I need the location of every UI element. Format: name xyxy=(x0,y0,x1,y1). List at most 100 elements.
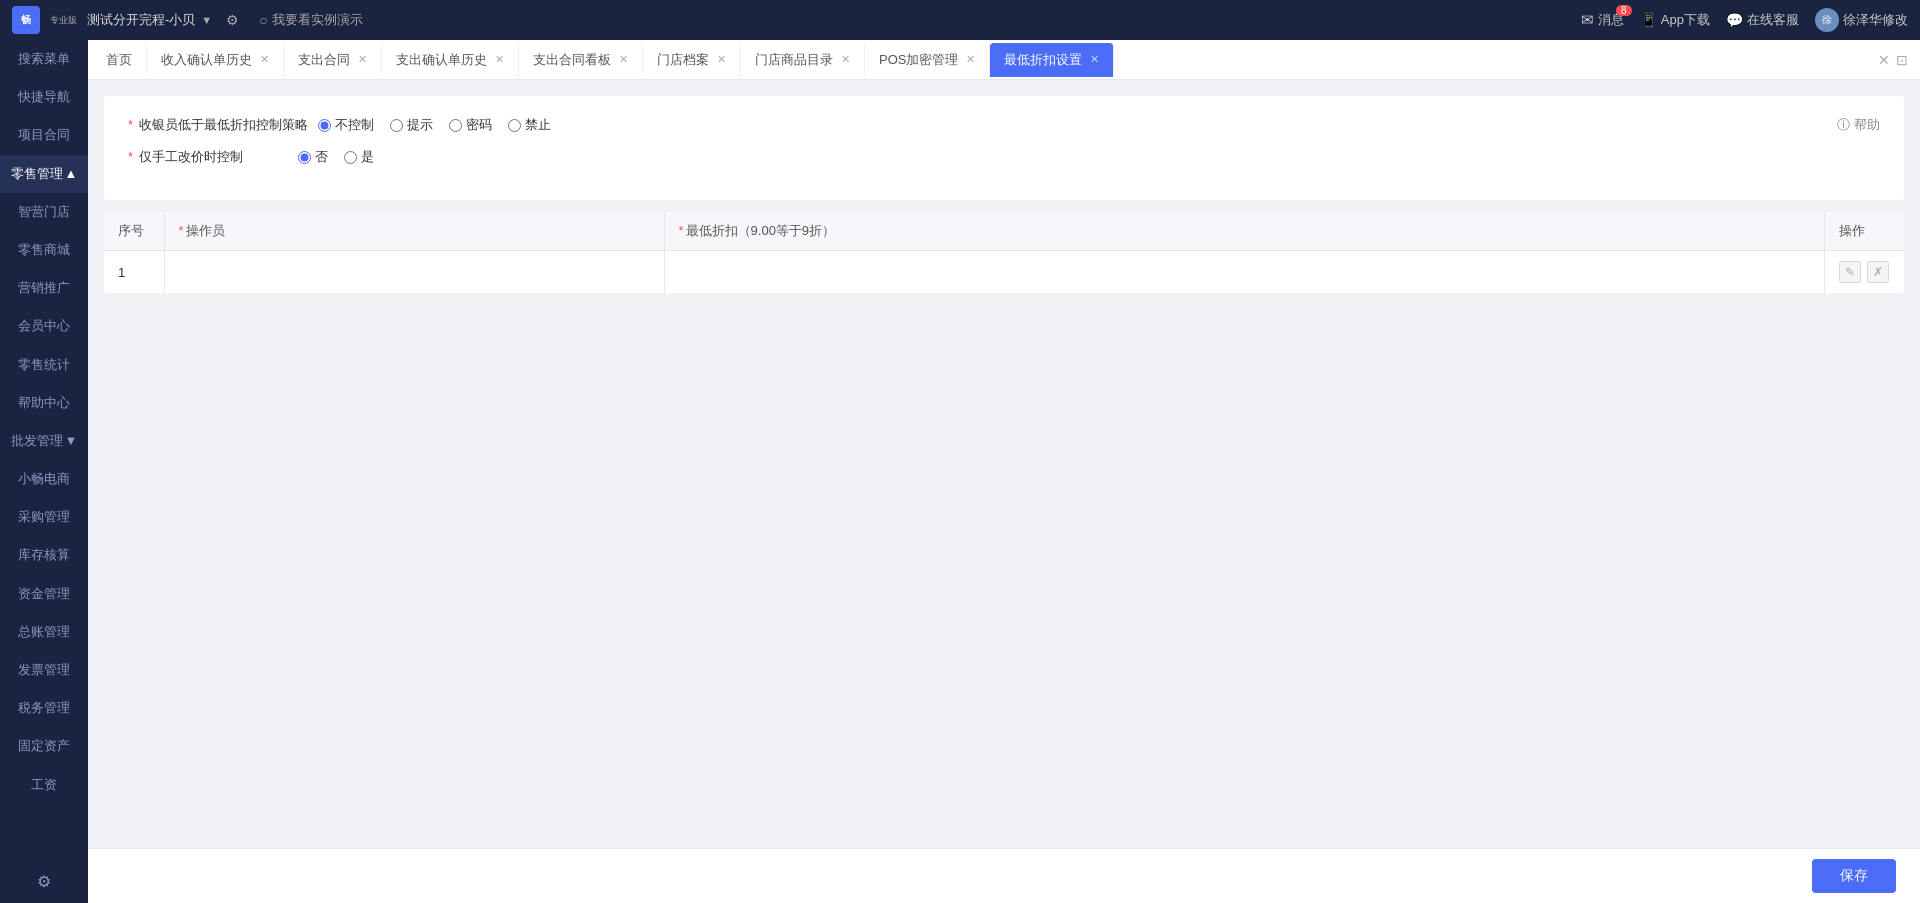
operator-required-star: * xyxy=(179,223,184,238)
discount-table: 序号 *操作员 *最低折扣（9.00等于9折） 操作 xyxy=(104,212,1904,294)
main-layout: 搜索菜单 快捷导航 项目合同 零售管理 ▲ 智营门店 零售商城 营销推广 会员中… xyxy=(0,40,1920,903)
sidebar-item-shortcut[interactable]: 快捷导航 xyxy=(0,78,88,116)
radio-forbid[interactable]: 禁止 xyxy=(508,116,551,134)
tab-bar: 首页 收入确认单历史 ✕ 支出合同 ✕ 支出确认单历史 ✕ 支出合同看板 ✕ 门… xyxy=(88,40,1920,80)
radio-forbid-label: 禁止 xyxy=(525,116,551,134)
sidebar-item-inventory[interactable]: 库存核算 xyxy=(0,536,88,574)
sidebar-item-online-store[interactable]: 零售商城 xyxy=(0,231,88,269)
radio-forbid-input[interactable] xyxy=(508,119,521,132)
demo-link[interactable]: ○ 我要看实例演示 xyxy=(259,11,362,29)
radio-no-control[interactable]: 不控制 xyxy=(318,116,374,134)
expand-tab-icon[interactable]: ⊡ xyxy=(1896,52,1908,68)
radio-password[interactable]: 密码 xyxy=(449,116,492,134)
sidebar-item-member[interactable]: 会员中心 xyxy=(0,307,88,345)
radio-no-control-input[interactable] xyxy=(318,119,331,132)
radio-manual-yes[interactable]: 是 xyxy=(344,148,374,166)
col-header-action: 操作 xyxy=(1824,212,1904,251)
sidebar-item-invoice[interactable]: 发票管理 xyxy=(0,651,88,689)
tab-close-payment-contract[interactable]: ✕ xyxy=(358,53,367,66)
tab-close-store-products[interactable]: ✕ xyxy=(841,53,850,66)
tab-payment-contract[interactable]: 支出合同 ✕ xyxy=(284,43,382,77)
cell-seq: 1 xyxy=(104,251,164,294)
help-link[interactable]: ⓘ 帮助 xyxy=(1837,116,1880,134)
page-content: * 收银员低于最低折扣控制策略 不控制 提示 xyxy=(88,80,1920,848)
discount-control-options: 不控制 提示 密码 禁止 xyxy=(318,116,551,134)
sidebar-item-ecommerce[interactable]: 小畅电商 xyxy=(0,460,88,498)
content-area: 首页 收入确认单历史 ✕ 支出合同 ✕ 支出确认单历史 ✕ 支出合同看板 ✕ 门… xyxy=(88,40,1920,903)
radio-no-control-label: 不控制 xyxy=(335,116,374,134)
app-download-button[interactable]: 📱 App下载 xyxy=(1640,11,1710,29)
radio-manual-yes-label: 是 xyxy=(361,148,374,166)
tab-close-payment-history[interactable]: ✕ xyxy=(495,53,504,66)
tab-payment-history[interactable]: 支出确认单历史 ✕ xyxy=(382,43,519,77)
messages-badge: 8 xyxy=(1616,5,1632,16)
tab-close-payment-board[interactable]: ✕ xyxy=(619,53,628,66)
sidebar-settings-icon[interactable]: ⚙ xyxy=(0,860,88,903)
tab-close-min-discount[interactable]: ✕ xyxy=(1090,53,1099,66)
sidebar-item-project[interactable]: 项目合同 xyxy=(0,116,88,154)
tab-income-history-label: 收入确认单历史 xyxy=(161,51,252,69)
col-header-min-discount: *最低折扣（9.00等于9折） xyxy=(664,212,1824,251)
cell-min-discount xyxy=(664,251,1824,294)
sidebar-item-retail-stat[interactable]: 零售统计 xyxy=(0,346,88,384)
sidebar-item-purchase[interactable]: 采购管理 xyxy=(0,498,88,536)
avatar: 徐 xyxy=(1815,8,1839,32)
table-body: 1 ✎ ✗ xyxy=(104,251,1904,294)
radio-manual-yes-input[interactable] xyxy=(344,151,357,164)
question-icon: ⓘ xyxy=(1837,116,1850,134)
tab-income-history[interactable]: 收入确认单历史 ✕ xyxy=(147,43,284,77)
app-download-label: App下载 xyxy=(1661,11,1710,29)
sidebar-item-retail[interactable]: 零售管理 ▲ xyxy=(0,155,88,193)
sidebar-item-marketing[interactable]: 营销推广 xyxy=(0,269,88,307)
required-star: * xyxy=(128,117,133,132)
tab-store-archive[interactable]: 门店档案 ✕ xyxy=(643,43,741,77)
row-action-btns: ✎ ✗ xyxy=(1839,261,1891,283)
online-service-button[interactable]: 💬 在线客服 xyxy=(1726,11,1799,29)
radio-remind[interactable]: 提示 xyxy=(390,116,433,134)
sidebar-item-search[interactable]: 搜索菜单 xyxy=(0,40,88,78)
discount-control-row: * 收银员低于最低折扣控制策略 不控制 提示 xyxy=(128,116,1880,134)
sidebar-item-smart-store[interactable]: 智营门店 xyxy=(0,193,88,231)
sidebar-item-finance[interactable]: 资金管理 xyxy=(0,575,88,613)
radio-manual-no-input[interactable] xyxy=(298,151,311,164)
manual-control-row: * 仅手工改价时控制 否 是 xyxy=(128,148,1880,166)
tab-store-products[interactable]: 门店商品目录 ✕ xyxy=(741,43,865,77)
close-tab-icon[interactable]: ✕ xyxy=(1878,52,1890,68)
app-edition: 专业版 xyxy=(50,15,77,26)
sidebar: 搜索菜单 快捷导航 项目合同 零售管理 ▲ 智营门店 零售商城 营销推广 会员中… xyxy=(0,40,88,903)
table-row: 1 ✎ ✗ xyxy=(104,251,1904,294)
top-bar-right: ✉ 8 消息 📱 App下载 💬 在线客服 徐 徐泽华修改 xyxy=(1581,8,1908,32)
tab-home[interactable]: 首页 xyxy=(92,43,147,77)
radio-password-input[interactable] xyxy=(449,119,462,132)
save-button[interactable]: 保存 xyxy=(1812,859,1896,893)
tab-pos-password[interactable]: POS加密管理 ✕ xyxy=(865,43,990,77)
radio-manual-no[interactable]: 否 xyxy=(298,148,328,166)
chevron-down-icon: ▼ xyxy=(201,14,212,26)
footer-bar: 保存 xyxy=(88,848,1920,903)
project-name: 测试分开完程-小贝 xyxy=(87,11,195,29)
project-selector[interactable]: 测试分开完程-小贝 ▼ xyxy=(87,11,212,29)
messages-button[interactable]: ✉ 8 消息 xyxy=(1581,11,1624,29)
tab-store-products-label: 门店商品目录 xyxy=(755,51,833,69)
sidebar-item-salary[interactable]: 工资 xyxy=(0,766,88,804)
tab-close-store-archive[interactable]: ✕ xyxy=(717,53,726,66)
sidebar-item-accounting[interactable]: 总账管理 xyxy=(0,613,88,651)
sidebar-item-help[interactable]: 帮助中心 xyxy=(0,384,88,422)
tab-close-income-history[interactable]: ✕ xyxy=(260,53,269,66)
table-header-row: 序号 *操作员 *最低折扣（9.00等于9折） 操作 xyxy=(104,212,1904,251)
edit-row-button[interactable]: ✎ xyxy=(1839,261,1861,283)
sidebar-item-fixed-assets[interactable]: 固定资产 xyxy=(0,727,88,765)
sidebar-item-wholesale[interactable]: 批发管理 ▼ xyxy=(0,422,88,460)
user-menu-button[interactable]: 徐 徐泽华修改 xyxy=(1815,8,1908,32)
delete-row-button[interactable]: ✗ xyxy=(1867,261,1889,283)
tab-min-discount[interactable]: 最低折扣设置 ✕ xyxy=(990,43,1114,77)
radio-remind-input[interactable] xyxy=(390,119,403,132)
settings-icon[interactable]: ⚙ xyxy=(226,12,239,28)
discount-control-label-text: 收银员低于最低折扣控制策略 xyxy=(139,117,308,132)
tab-payment-board[interactable]: 支出合同看板 ✕ xyxy=(519,43,643,77)
tab-close-pos-password[interactable]: ✕ xyxy=(966,53,975,66)
table-wrapper: 序号 *操作员 *最低折扣（9.00等于9折） 操作 xyxy=(104,212,1904,294)
tab-bar-actions: ✕ ⊡ xyxy=(1870,52,1916,68)
discount-control-label: * 收银员低于最低折扣控制策略 xyxy=(128,116,308,134)
sidebar-item-tax[interactable]: 税务管理 xyxy=(0,689,88,727)
